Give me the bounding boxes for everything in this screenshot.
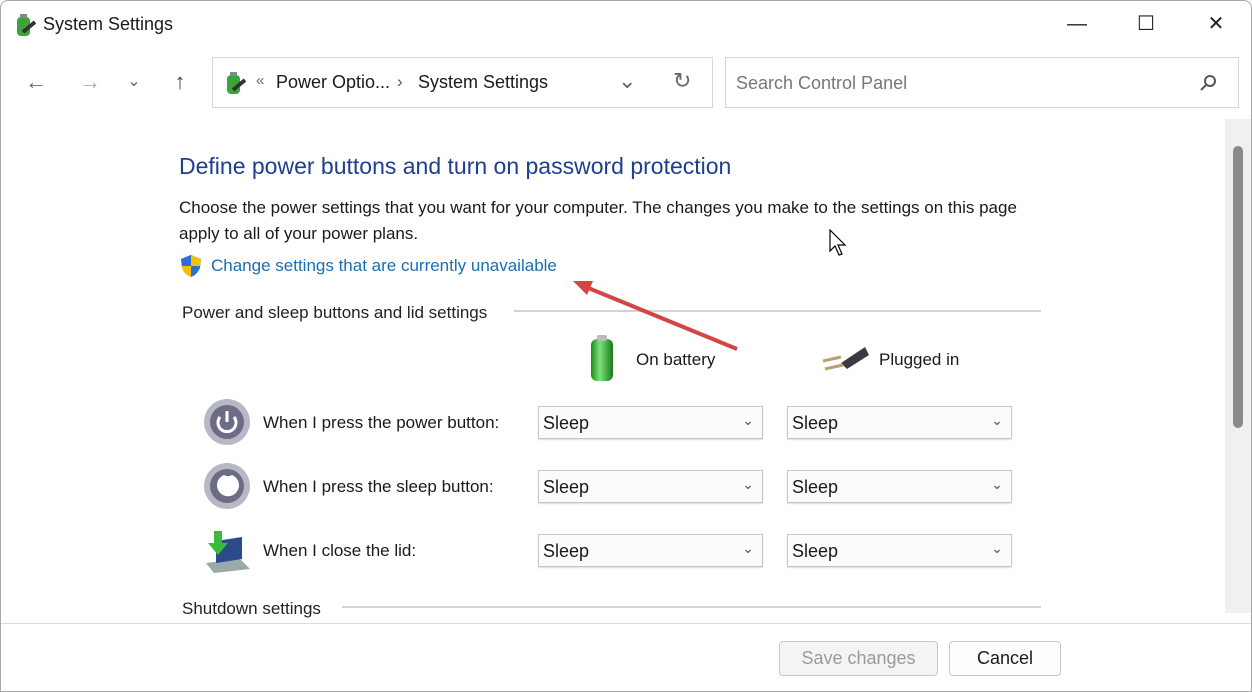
breadcrumb-separator: › [397, 72, 403, 91]
page-heading: Define power buttons and turn on passwor… [179, 153, 732, 179]
power-button-battery-select[interactable]: Sleep ⌄ [538, 406, 763, 439]
window: System Settings — ☐ ✕ ← → ⌄ ↑ « Power Op… [0, 0, 1252, 692]
maximize-button[interactable]: ☐ [1126, 9, 1166, 39]
close-button[interactable]: ✕ [1196, 9, 1236, 39]
section-power-sleep-lid: Power and sleep buttons and lid settings [182, 303, 488, 322]
change-settings-link[interactable]: Change settings that are currently unava… [211, 256, 557, 276]
power-button-plugged-select[interactable]: Sleep ⌄ [787, 406, 1012, 439]
cancel-button[interactable]: Cancel [949, 641, 1061, 676]
section-shutdown: Shutdown settings [182, 599, 321, 618]
selected-value: Sleep [543, 413, 590, 433]
close-lid-label: When I close the lid: [263, 541, 417, 560]
search-icon[interactable] [1200, 74, 1218, 92]
recent-locations-button[interactable]: ⌄ [119, 71, 149, 91]
forward-button[interactable]: → [75, 69, 105, 95]
section-divider [342, 606, 1041, 608]
mouse-cursor-icon [829, 229, 847, 256]
power-options-icon [17, 14, 37, 36]
breadcrumb-power-options[interactable]: Power Optio... [276, 72, 390, 93]
page-description: Choose the power settings that you want … [179, 198, 1017, 243]
minimize-button[interactable]: — [1057, 9, 1097, 39]
power-plug-icon [822, 347, 869, 371]
laptop-lid-icon [206, 531, 250, 573]
selected-value: Sleep [792, 541, 839, 561]
back-button[interactable]: ← [21, 69, 51, 95]
chevron-down-icon: ⌄ [991, 476, 1003, 492]
selected-value: Sleep [792, 413, 839, 433]
window-title: System Settings [43, 14, 174, 34]
refresh-icon[interactable]: ↻ [673, 68, 691, 94]
selected-value: Sleep [792, 477, 839, 497]
chevron-down-icon: ⌄ [991, 540, 1003, 556]
chevron-down-icon: ⌄ [742, 476, 754, 492]
column-plugged-in: Plugged in [879, 350, 960, 369]
power-options-icon [227, 72, 247, 94]
power-icon [204, 399, 250, 445]
address-bar[interactable]: « Power Optio... › System Settings ⌄ ↻ [212, 57, 713, 108]
up-button[interactable]: ↑ [165, 69, 195, 95]
close-lid-battery-select[interactable]: Sleep ⌄ [538, 534, 763, 567]
search-input[interactable]: Search Control Panel [725, 57, 1239, 108]
sleep-button-battery-select[interactable]: Sleep ⌄ [538, 470, 763, 503]
scrollbar-thumb[interactable] [1233, 146, 1243, 428]
sleep-icon [204, 463, 250, 509]
sleep-button-plugged-select[interactable]: Sleep ⌄ [787, 470, 1012, 503]
sleep-button-label: When I press the sleep button: [263, 477, 494, 496]
close-lid-plugged-select[interactable]: Sleep ⌄ [787, 534, 1012, 567]
chevron-down-icon: ⌄ [742, 412, 754, 428]
annotation-arrow-icon [573, 281, 738, 351]
breadcrumb-overflow[interactable]: « [256, 72, 264, 89]
uac-shield-icon [181, 255, 201, 277]
selected-value: Sleep [543, 541, 590, 561]
chevron-down-icon: ⌄ [742, 540, 754, 556]
breadcrumb-system-settings[interactable]: System Settings [418, 72, 548, 93]
search-placeholder: Search Control Panel [736, 73, 908, 93]
selected-value: Sleep [543, 477, 590, 497]
power-button-label: When I press the power button: [263, 413, 500, 432]
save-changes-button[interactable]: Save changes [779, 641, 938, 676]
address-dropdown-icon[interactable]: ⌄ [618, 68, 636, 94]
footer-bar [1, 623, 1251, 691]
chevron-down-icon: ⌄ [991, 412, 1003, 428]
